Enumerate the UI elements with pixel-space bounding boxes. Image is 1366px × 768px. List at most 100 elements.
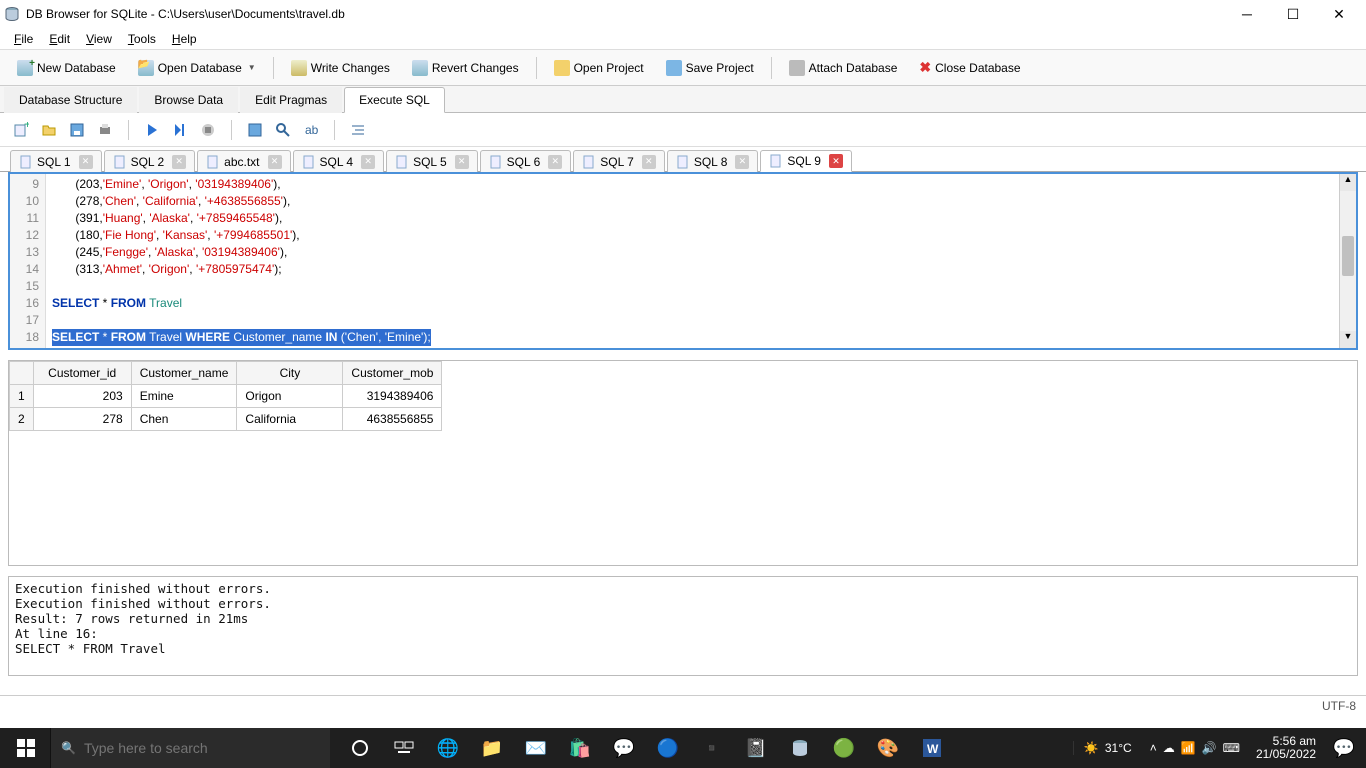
column-header[interactable]: City xyxy=(237,362,343,385)
tab-database-structure[interactable]: Database Structure xyxy=(4,87,137,113)
store-icon[interactable]: 🛍️ xyxy=(560,728,600,768)
scroll-thumb[interactable] xyxy=(1342,236,1354,276)
sql-file-tab[interactable]: SQL 4✕ xyxy=(293,150,385,172)
menu-help[interactable]: Help xyxy=(164,30,205,48)
open-database-button[interactable]: Open Database▼ xyxy=(129,55,265,81)
chrome-icon[interactable]: 🔵 xyxy=(648,728,688,768)
skype-icon[interactable]: 💬 xyxy=(604,728,644,768)
edge-icon[interactable]: 🌐 xyxy=(428,728,468,768)
print-button[interactable] xyxy=(94,119,116,141)
start-button[interactable] xyxy=(2,728,50,768)
save-project-button[interactable]: Save Project xyxy=(657,55,763,81)
save-project-icon xyxy=(666,60,682,76)
open-project-button[interactable]: Open Project xyxy=(545,55,653,81)
dbbrowser-taskbar-icon[interactable] xyxy=(780,728,820,768)
notes-icon[interactable]: 📓 xyxy=(736,728,776,768)
find-replace-button[interactable]: ab xyxy=(300,119,322,141)
tray-lang-icon[interactable]: ⌨ xyxy=(1223,741,1240,755)
sql-tab-close-icon[interactable]: ✕ xyxy=(268,155,282,169)
taskbar-clock[interactable]: 5:56 am 21/05/2022 xyxy=(1248,735,1324,761)
write-changes-button[interactable]: Write Changes xyxy=(282,55,399,81)
sql-tab-close-icon[interactable]: ✕ xyxy=(642,155,656,169)
menu-tools[interactable]: Tools xyxy=(120,30,164,48)
sql-tab-close-icon[interactable]: ✕ xyxy=(735,155,749,169)
open-database-icon xyxy=(138,60,154,76)
sql-tab-label: SQL 2 xyxy=(131,155,165,169)
editor-scrollbar[interactable]: ▲ ▼ xyxy=(1339,174,1356,348)
sql-tab-close-icon[interactable]: ✕ xyxy=(548,155,562,169)
results-table[interactable]: Customer_idCustomer_nameCityCustomer_mob… xyxy=(9,361,442,431)
new-sql-tab-button[interactable]: + xyxy=(10,119,32,141)
taskbar-weather[interactable]: ☀️ 31°C xyxy=(1073,741,1142,755)
terminal-icon[interactable]: ▪️ xyxy=(692,728,732,768)
execute-line-button[interactable] xyxy=(169,119,191,141)
taskbar-search[interactable]: 🔍 xyxy=(50,728,330,768)
sql-file-tab[interactable]: SQL 8✕ xyxy=(667,150,759,172)
sql-file-tab[interactable]: SQL 7✕ xyxy=(573,150,665,172)
scroll-up-icon[interactable]: ▲ xyxy=(1340,174,1356,191)
tab-browse-data[interactable]: Browse Data xyxy=(139,87,238,113)
table-row[interactable]: 2278ChenCalifornia4638556855 xyxy=(10,408,442,431)
indent-button[interactable] xyxy=(347,119,369,141)
revert-changes-button[interactable]: Revert Changes xyxy=(403,55,528,81)
save-results-button[interactable] xyxy=(244,119,266,141)
editor-code-area[interactable]: (203,'Emine', 'Origon', '03194389406'), … xyxy=(46,174,1339,348)
sql-tab-close-icon[interactable]: ✕ xyxy=(172,155,186,169)
window-title: DB Browser for SQLite - C:\Users\user\Do… xyxy=(26,7,1224,21)
sql-tab-close-icon[interactable]: ✕ xyxy=(829,154,843,168)
column-header[interactable]: Customer_id xyxy=(33,362,131,385)
taskbar-apps: 🌐 📁 ✉️ 🛍️ 💬 🔵 ▪️ 📓 🟢 🎨 W xyxy=(330,728,1073,768)
cortana-icon[interactable] xyxy=(340,728,380,768)
save-sql-file-button[interactable] xyxy=(66,119,88,141)
chrome2-icon[interactable]: 🟢 xyxy=(824,728,864,768)
word-icon[interactable]: W xyxy=(912,728,952,768)
task-view-icon[interactable] xyxy=(384,728,424,768)
sql-tab-icon xyxy=(19,155,33,169)
sql-tab-close-icon[interactable]: ✕ xyxy=(79,155,93,169)
scroll-down-icon[interactable]: ▼ xyxy=(1340,331,1356,348)
maximize-button[interactable]: ☐ xyxy=(1270,0,1316,28)
execute-all-button[interactable] xyxy=(141,119,163,141)
open-sql-file-button[interactable] xyxy=(38,119,60,141)
sql-file-tab[interactable]: SQL 1✕ xyxy=(10,150,102,172)
sql-file-tab[interactable]: SQL 6✕ xyxy=(480,150,572,172)
close-database-button[interactable]: ✖Close Database xyxy=(910,54,1029,81)
windows-taskbar: 🔍 🌐 📁 ✉️ 🛍️ 💬 🔵 ▪️ 📓 🟢 🎨 W ☀️ 31°C ˄ ☁ 📶… xyxy=(0,728,1366,768)
close-x-icon: ✖ xyxy=(919,59,931,76)
sql-editor[interactable]: 9101112131415161718 (203,'Emine', 'Origo… xyxy=(8,172,1358,350)
attach-database-button[interactable]: Attach Database xyxy=(780,55,907,81)
menu-view[interactable]: View xyxy=(78,30,120,48)
tab-execute-sql[interactable]: Execute SQL xyxy=(344,87,445,113)
scroll-track[interactable] xyxy=(1340,191,1356,331)
tray-network-icon[interactable]: 📶 xyxy=(1181,741,1196,755)
find-button[interactable] xyxy=(272,119,294,141)
column-header[interactable]: Customer_mob xyxy=(343,362,442,385)
paint-icon[interactable]: 🎨 xyxy=(868,728,908,768)
minimize-button[interactable]: ─ xyxy=(1224,0,1270,28)
app-icon xyxy=(4,6,20,22)
sql-file-tab[interactable]: SQL 5✕ xyxy=(386,150,478,172)
tray-chevron-icon[interactable]: ˄ xyxy=(1150,741,1157,755)
sql-tab-close-icon[interactable]: ✕ xyxy=(361,155,375,169)
file-explorer-icon[interactable]: 📁 xyxy=(472,728,512,768)
column-header[interactable]: Customer_name xyxy=(131,362,237,385)
execution-log[interactable]: Execution finished without errors. Execu… xyxy=(8,576,1358,676)
sql-tab-close-icon[interactable]: ✕ xyxy=(455,155,469,169)
notifications-icon[interactable]: 💬 xyxy=(1324,728,1364,768)
menu-edit[interactable]: Edit xyxy=(41,30,78,48)
sql-file-tabs: SQL 1✕SQL 2✕abc.txt✕SQL 4✕SQL 5✕SQL 6✕SQ… xyxy=(0,147,1366,172)
taskbar-search-input[interactable] xyxy=(84,740,320,756)
sql-file-tab[interactable]: SQL 9✕ xyxy=(760,150,852,172)
results-pane: Customer_idCustomer_nameCityCustomer_mob… xyxy=(8,360,1358,566)
sql-file-tab[interactable]: SQL 2 ✕ xyxy=(104,150,196,172)
tray-cloud-icon[interactable]: ☁ xyxy=(1163,741,1175,755)
tray-volume-icon[interactable]: 🔊 xyxy=(1202,741,1217,755)
table-row[interactable]: 1203EmineOrigon3194389406 xyxy=(10,385,442,408)
close-button[interactable]: ✕ xyxy=(1316,0,1362,28)
stop-button[interactable] xyxy=(197,119,219,141)
new-database-button[interactable]: New Database xyxy=(8,55,125,81)
tab-edit-pragmas[interactable]: Edit Pragmas xyxy=(240,87,342,113)
sql-file-tab[interactable]: abc.txt✕ xyxy=(197,150,290,172)
menu-file[interactable]: File xyxy=(6,30,41,48)
mail-icon[interactable]: ✉️ xyxy=(516,728,556,768)
